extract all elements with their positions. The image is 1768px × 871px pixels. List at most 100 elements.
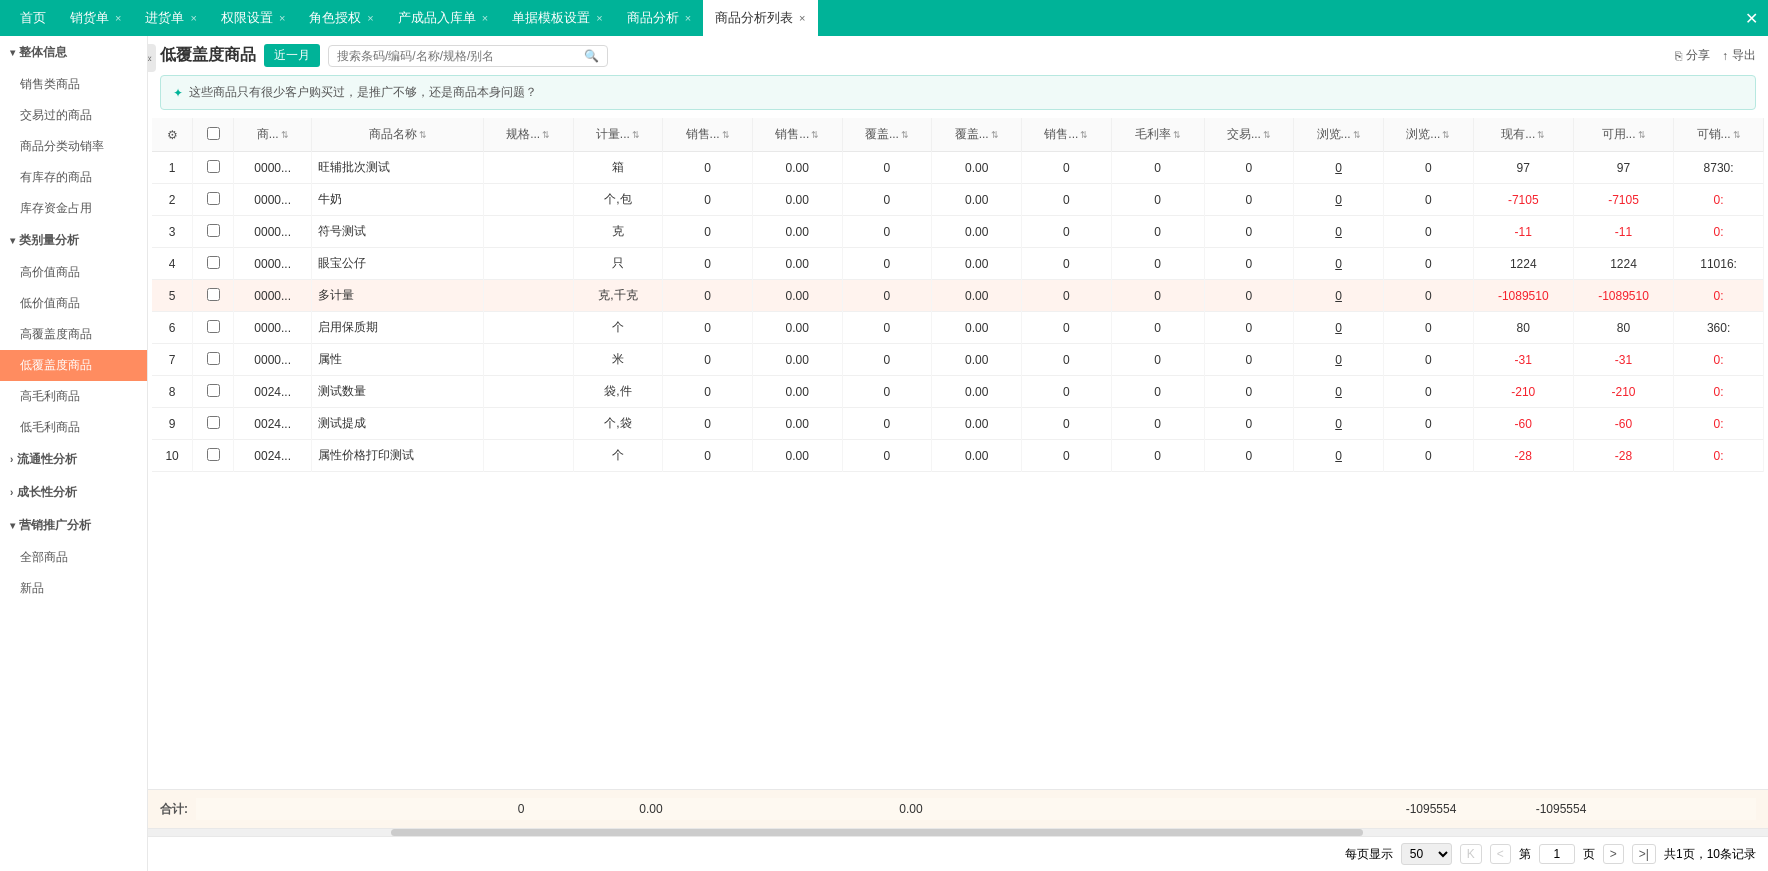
- table-container[interactable]: ⚙ 商...⇅ 商品名称⇅ 规格...⇅ 计量...⇅ 销售...⇅ 销售...…: [152, 118, 1764, 789]
- sidebar-section-overall[interactable]: ▾ 整体信息: [0, 36, 147, 69]
- col-sales-amount: 销售...⇅: [752, 118, 842, 152]
- close-icon[interactable]: ×: [799, 12, 805, 24]
- main-layout: ▾ 整体信息 销售类商品 交易过的商品 商品分类动销率 有库存的商品 库存资金占…: [0, 36, 1768, 871]
- search-box: 🔍: [328, 45, 608, 67]
- col-coverage2: 覆盖...⇅: [932, 118, 1022, 152]
- close-icon[interactable]: ×: [279, 12, 285, 24]
- time-filter-button[interactable]: 近一月: [264, 44, 320, 67]
- row-checkbox[interactable]: [207, 192, 220, 205]
- sidebar-item-low-coverage[interactable]: 低覆盖度商品: [0, 350, 147, 381]
- last-page-button[interactable]: >|: [1632, 844, 1656, 864]
- share-button[interactable]: ⎘ 分享: [1675, 47, 1710, 64]
- browse-link[interactable]: 0: [1335, 321, 1342, 335]
- table-row: 30000...符号测试克00.0000.0000000-11-110:: [152, 216, 1764, 248]
- row-checkbox[interactable]: [207, 288, 220, 301]
- sidebar-item-low-margin[interactable]: 低毛利商品: [0, 412, 147, 443]
- browse-link[interactable]: 0: [1335, 353, 1342, 367]
- browse-link[interactable]: 0: [1335, 161, 1342, 175]
- browse-link[interactable]: 0: [1335, 225, 1342, 239]
- tab-product-warehouse[interactable]: 产成品入库单 ×: [386, 0, 500, 36]
- col-unit: 计量...⇅: [573, 118, 663, 152]
- page-label: 第: [1519, 846, 1531, 863]
- table-row: 90024...测试提成个,袋00.0000.0000000-60-600:: [152, 408, 1764, 440]
- sidebar-item-in-stock[interactable]: 有库存的商品: [0, 162, 147, 193]
- row-checkbox[interactable]: [207, 160, 220, 173]
- col-current-stock: 现有...⇅: [1473, 118, 1573, 152]
- col-browse1: 浏览...⇅: [1294, 118, 1384, 152]
- row-checkbox[interactable]: [207, 448, 220, 461]
- row-checkbox[interactable]: [207, 320, 220, 333]
- row-checkbox[interactable]: [207, 416, 220, 429]
- row-checkbox[interactable]: [207, 384, 220, 397]
- window-close-button[interactable]: ✕: [1745, 9, 1758, 28]
- tab-goods-analysis-list[interactable]: 商品分析列表 ×: [703, 0, 817, 36]
- page-label2: 页: [1583, 846, 1595, 863]
- row-checkbox[interactable]: [207, 224, 220, 237]
- col-sales-qty: 销售...⇅: [663, 118, 753, 152]
- sidebar-section-class[interactable]: ▾ 类别量分析: [0, 224, 147, 257]
- sidebar-item-new-goods[interactable]: 新品: [0, 573, 147, 604]
- tab-home[interactable]: 首页: [8, 0, 58, 36]
- sidebar-item-traded-goods[interactable]: 交易过的商品: [0, 100, 147, 131]
- sidebar-item-sales-goods[interactable]: 销售类商品: [0, 69, 147, 100]
- prev-page-button[interactable]: <: [1490, 844, 1511, 864]
- col-sales3: 销售...⇅: [1022, 118, 1112, 152]
- sidebar-item-low-value[interactable]: 低价值商品: [0, 288, 147, 319]
- total-sales-qty: 0: [456, 802, 586, 816]
- sidebar: ▾ 整体信息 销售类商品 交易过的商品 商品分类动销率 有库存的商品 库存资金占…: [0, 36, 148, 871]
- tab-sales-order[interactable]: 销货单 ×: [58, 0, 133, 36]
- per-page-select[interactable]: 50 10 20 100: [1401, 843, 1452, 865]
- chevron-down-icon: ▾: [10, 47, 15, 58]
- chevron-right-icon: ›: [10, 487, 13, 498]
- sidebar-item-high-margin[interactable]: 高毛利商品: [0, 381, 147, 412]
- page-title: 低覆盖度商品: [160, 45, 256, 66]
- tab-goods-analysis[interactable]: 商品分析 ×: [615, 0, 703, 36]
- export-button[interactable]: ↑ 导出: [1722, 47, 1756, 64]
- close-icon[interactable]: ×: [596, 12, 602, 24]
- next-page-button[interactable]: >: [1603, 844, 1624, 864]
- close-icon[interactable]: ×: [367, 12, 373, 24]
- horizontal-scrollbar[interactable]: [148, 828, 1768, 836]
- col-settings[interactable]: ⚙: [152, 118, 193, 152]
- row-checkbox[interactable]: [207, 352, 220, 365]
- search-icon[interactable]: 🔍: [584, 49, 599, 63]
- browse-link[interactable]: 0: [1335, 417, 1342, 431]
- browse-link[interactable]: 0: [1335, 289, 1342, 303]
- browse-link[interactable]: 0: [1335, 193, 1342, 207]
- browse-link[interactable]: 0: [1335, 385, 1342, 399]
- sidebar-collapse-button[interactable]: «: [148, 44, 156, 72]
- sidebar-item-stock-fund[interactable]: 库存资金占用: [0, 193, 147, 224]
- sidebar-section-marketing[interactable]: ▾ 营销推广分析: [0, 509, 147, 542]
- sidebar-item-high-value[interactable]: 高价值商品: [0, 257, 147, 288]
- sidebar-item-high-coverage[interactable]: 高覆盖度商品: [0, 319, 147, 350]
- first-page-button[interactable]: K: [1460, 844, 1482, 864]
- tab-template-settings[interactable]: 单据模板设置 ×: [500, 0, 614, 36]
- table-row: 20000...牛奶个,包00.0000.0000000-7105-71050:: [152, 184, 1764, 216]
- chevron-down-icon: ▾: [10, 520, 15, 531]
- total-coverage: 0.00: [846, 802, 976, 816]
- close-icon[interactable]: ×: [685, 12, 691, 24]
- info-banner: ✦ 这些商品只有很少客户购买过，是推广不够，还是商品本身问题？: [160, 75, 1756, 110]
- page-number-input[interactable]: [1539, 844, 1575, 864]
- sidebar-item-all-goods[interactable]: 全部商品: [0, 542, 147, 573]
- footer-total: 合计: 0 0.00 0.00 -1095554 -1095554: [148, 789, 1768, 828]
- tab-permission[interactable]: 权限设置 ×: [209, 0, 297, 36]
- browse-link[interactable]: 0: [1335, 449, 1342, 463]
- tab-role-auth[interactable]: 角色授权 ×: [297, 0, 385, 36]
- goods-table: ⚙ 商...⇅ 商品名称⇅ 规格...⇅ 计量...⇅ 销售...⇅ 销售...…: [152, 118, 1764, 472]
- col-coverage1: 覆盖...⇅: [842, 118, 932, 152]
- search-input[interactable]: [337, 49, 584, 63]
- close-icon[interactable]: ×: [190, 12, 196, 24]
- select-all-checkbox[interactable]: [207, 127, 220, 140]
- sidebar-section-growth[interactable]: › 成长性分析: [0, 476, 147, 509]
- sidebar-section-flow[interactable]: › 流通性分析: [0, 443, 147, 476]
- row-checkbox[interactable]: [207, 256, 220, 269]
- close-icon[interactable]: ×: [482, 12, 488, 24]
- col-checkbox[interactable]: [193, 118, 234, 152]
- browse-link[interactable]: 0: [1335, 257, 1342, 271]
- table-row: 70000...属性米00.0000.0000000-31-310:: [152, 344, 1764, 376]
- col-spec: 规格...⇅: [483, 118, 573, 152]
- tab-purchase-order[interactable]: 进货单 ×: [133, 0, 208, 36]
- sidebar-item-category-rate[interactable]: 商品分类动销率: [0, 131, 147, 162]
- close-icon[interactable]: ×: [115, 12, 121, 24]
